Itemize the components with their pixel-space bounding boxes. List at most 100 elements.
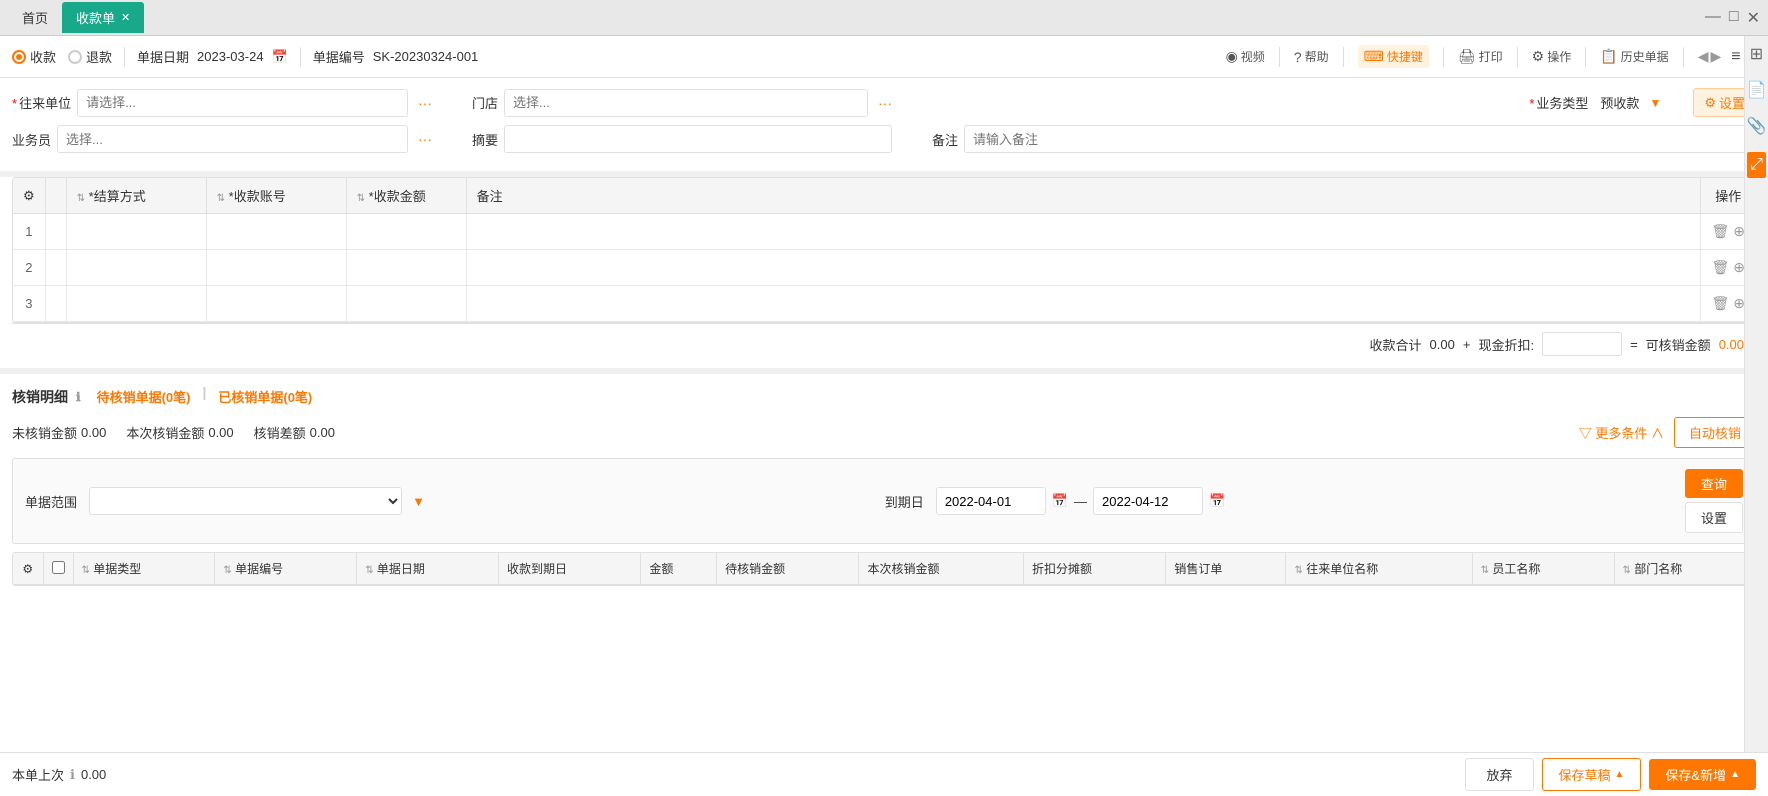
business-type-dropdown-icon[interactable]: ▼ [1649,96,1661,110]
note-input[interactable] [964,125,1756,153]
filter-settings-btn[interactable]: 设置 [1685,502,1743,533]
sort-icon-payment: ⇅ [77,193,85,204]
tab-close-icon[interactable]: ✕ [121,11,130,24]
stat-current-label: 本次核销金额 [126,423,204,442]
view-list-btn[interactable]: ≡ [1731,48,1740,66]
nav-prev-btn[interactable]: ◀ [1698,48,1709,65]
range-dropdown-icon[interactable]: ▼ [412,494,425,509]
date-from-input[interactable] [936,487,1046,515]
nav-next-btn[interactable]: ▶ [1710,48,1721,65]
remark-label: 摘要 [472,130,498,149]
salesperson-input[interactable] [57,125,408,153]
tab-receipt[interactable]: 收款单 ✕ [62,2,144,33]
plus-sign: + [1463,337,1471,352]
remark-field: 摘要 [472,125,892,153]
form-row-1: *往来单位 ··· 门店 ··· *业务类型 预收款 ▼ ⚙ [12,88,1756,117]
th-row-num [45,178,66,214]
th-settings[interactable]: ⚙ [13,178,45,214]
radio-receipt-label: 收款 [30,47,56,66]
bottom-value: 0.00 [81,767,106,782]
window-close-btn[interactable]: ✕ [1747,8,1760,28]
store-input[interactable] [504,89,868,117]
bottom-info-icon[interactable]: ℹ [70,767,75,783]
toolbar-divider-1 [124,47,125,67]
counterparty-field: *往来单位 ··· [12,89,432,117]
salesperson-more-btn[interactable]: ··· [418,131,432,147]
toolbar-right: ◉ 视频 ? 帮助 ⌨ 快捷键 🖨 打印 ⚙ 操作 📋 历史单据 ◀ [1226,45,1756,68]
dth-amount: 金额 [641,553,717,585]
save-new-btn[interactable]: 保存&新增 ▲ [1649,759,1756,790]
range-select[interactable] [89,487,402,515]
verify-stats: 未核销金额 0.00 本次核销金额 0.00 核销差额 0.00 ▽ 更多条件 … [12,417,1756,448]
sidebar-doc-icon[interactable]: 📄 [1747,80,1767,100]
row-3-action-group: 🗑 ⊕ [1711,295,1745,312]
row-1-num: 1 [13,214,45,250]
counterparty-more-btn[interactable]: ··· [418,95,432,111]
discount-input[interactable] [1542,332,1622,356]
tab-pending[interactable]: 待核销单据(0笔) [89,384,199,409]
row-2-account [206,250,346,286]
main-table-wrapper: ⚙ ⇅ *结算方式 ⇅ *收款账号 ⇅ *收款金额 [12,177,1756,323]
print-label: 打印 [1479,48,1503,65]
sort-icon-doc-no: ⇅ [223,565,231,576]
shortcut-btn[interactable]: ⌨ 快捷键 [1358,45,1429,68]
row-3-delete-btn[interactable]: 🗑 [1711,295,1729,312]
row-1-empty [45,214,66,250]
tab-home[interactable]: 首页 [8,2,62,33]
counterparty-input[interactable] [77,89,408,117]
video-btn[interactable]: ◉ 视频 [1226,48,1265,65]
store-more-btn[interactable]: ··· [878,95,892,111]
detail-header-row: ⚙ ⇅ 单据类型 ⇅ 单据编号 ⇅ [13,553,1755,585]
radio-refund[interactable]: 退款 [68,47,112,66]
sidebar-table-icon[interactable]: ⊞ [1750,44,1763,64]
sort-icon-dept: ⇅ [1623,565,1631,576]
row-2-action-group: 🗑 ⊕ [1711,259,1745,276]
available-value: 0.00 [1719,337,1744,352]
counterparty-label: *往来单位 [12,93,71,112]
row-2-delete-btn[interactable]: 🗑 [1711,259,1729,276]
radio-receipt[interactable]: 收款 [12,47,56,66]
date-to-input[interactable] [1093,487,1203,515]
dth-employee: ⇅ 员工名称 [1472,553,1614,585]
remark-input[interactable] [504,125,892,153]
video-label: 视频 [1241,48,1265,65]
window-max-btn[interactable]: □ [1729,8,1739,28]
business-type-label: *业务类型 [1529,93,1588,112]
bottom-left: 本单上次 ℹ 0.00 [12,765,106,784]
discard-btn[interactable]: 放弃 [1465,758,1533,791]
date-label: 单据日期 [137,47,189,66]
row-3-payment [66,286,206,322]
section-info-icon[interactable]: ℹ [76,390,81,404]
sort-icon-counterparty: ⇅ [1294,565,1302,576]
row-1-remark [466,214,1701,250]
tab-done[interactable]: 已核销单据(0笔) [210,384,320,409]
operation-btn[interactable]: ⚙ 操作 [1532,48,1572,65]
verify-actions: ▽ 更多条件 ∧ 自动核销 [1579,417,1756,448]
date-from-cal-icon[interactable]: 📅 [1052,493,1068,509]
detail-table-wrapper: ⚙ ⇅ 单据类型 ⇅ 单据编号 ⇅ [12,552,1756,586]
print-btn[interactable]: 🖨 打印 [1458,48,1503,65]
th-amount: ⇅ *收款金额 [346,178,466,214]
save-draft-btn[interactable]: 保存草稿 ▲ [1542,758,1642,791]
date-calendar-icon[interactable]: 📅 [272,49,288,65]
sidebar-expand-icon[interactable]: ⤢ [1747,152,1766,178]
help-btn[interactable]: ? 帮助 [1294,48,1329,65]
select-all-checkbox[interactable] [52,561,65,574]
query-btn[interactable]: 查询 [1685,469,1743,498]
store-label: 门店 [472,93,498,112]
filter-more-btn[interactable]: ▽ 更多条件 ∧ [1579,423,1664,442]
row-3-account [206,286,346,322]
th-remark: 备注 [466,178,1701,214]
save-draft-label: 保存草稿 [1559,765,1611,784]
row-1-delete-btn[interactable]: 🗑 [1711,223,1729,240]
row-2-payment [66,250,206,286]
stat-diff-label: 核销差额 [254,423,306,442]
sidebar-clip-icon[interactable]: 📎 [1747,116,1767,136]
date-to-cal-icon[interactable]: 📅 [1209,493,1225,509]
window-min-btn[interactable]: — [1705,8,1721,28]
row-1-payment [66,214,206,250]
toolbar-divider-5 [1443,47,1444,67]
dth-settings[interactable]: ⚙ [13,553,43,585]
sort-icon-doc-type: ⇅ [82,565,90,576]
history-btn[interactable]: 📋 历史单据 [1600,48,1668,65]
